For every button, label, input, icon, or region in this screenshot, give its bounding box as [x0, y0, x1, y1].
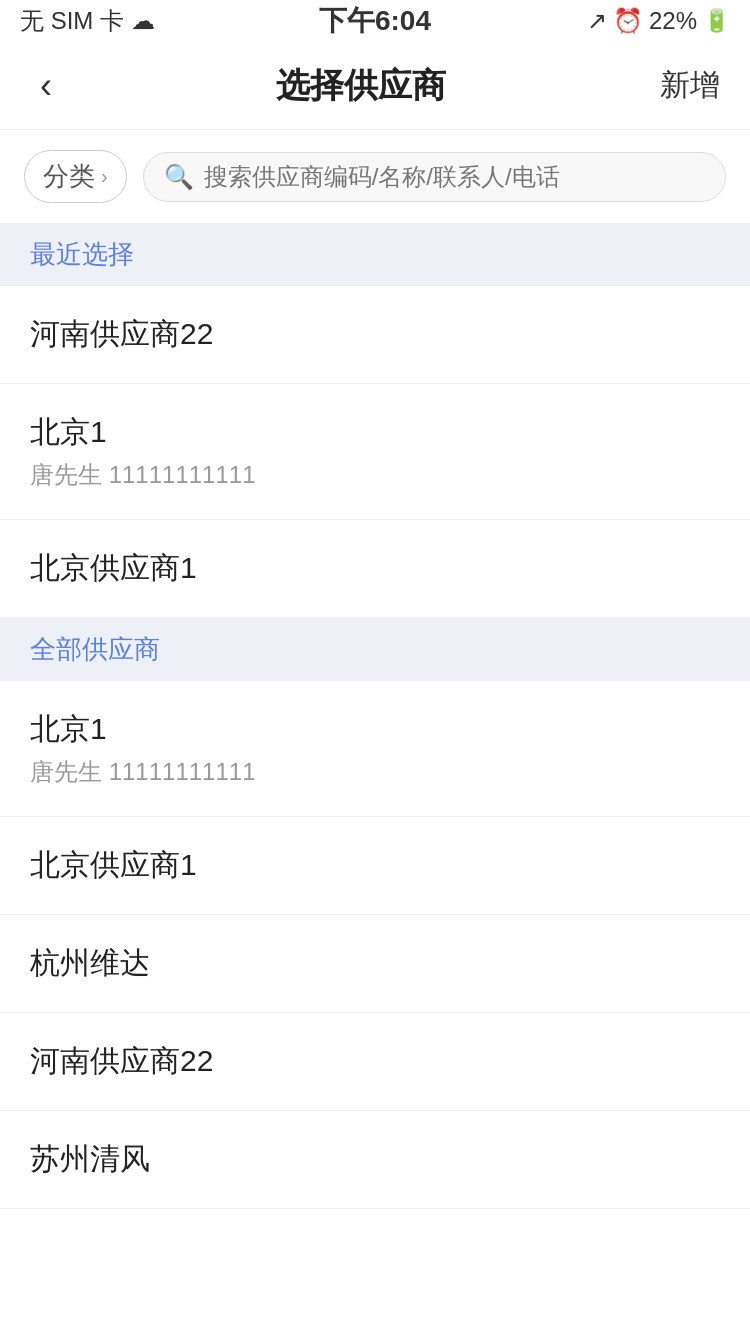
item-name: 杭州维达: [30, 943, 720, 984]
status-time: 下午6:04: [319, 2, 431, 40]
location-icon: ↗: [587, 7, 607, 35]
list-item[interactable]: 苏州清风: [0, 1111, 750, 1209]
category-button[interactable]: 分类 ›: [24, 150, 127, 203]
nav-bar: ‹ 选择供应商 新增: [0, 42, 750, 130]
sim-status: 无 SIM 卡 ☁: [20, 5, 155, 37]
item-name: 北京1: [30, 412, 720, 453]
item-name: 北京供应商1: [30, 548, 720, 589]
item-name: 河南供应商22: [30, 1041, 720, 1082]
item-name: 北京1: [30, 709, 720, 750]
alarm-icon: ⏰: [613, 7, 643, 35]
list-item[interactable]: 北京供应商1: [0, 520, 750, 618]
status-left: 无 SIM 卡 ☁: [20, 5, 155, 37]
item-sub: 唐先生 11111111111: [30, 756, 720, 788]
list-item[interactable]: 河南供应商22: [0, 1013, 750, 1111]
chevron-right-icon: ›: [101, 165, 108, 188]
add-button[interactable]: 新增: [660, 65, 720, 106]
search-icon: 🔍: [164, 163, 194, 191]
category-label: 分类: [43, 159, 95, 194]
list-item[interactable]: 河南供应商22: [0, 286, 750, 384]
section-header-recent: 最近选择: [0, 223, 750, 286]
list-item[interactable]: 北京1 唐先生 11111111111: [0, 384, 750, 520]
list-item[interactable]: 杭州维达: [0, 915, 750, 1013]
status-right: ↗ ⏰ 22% 🔋: [587, 7, 730, 35]
item-name: 苏州清风: [30, 1139, 720, 1180]
list-item[interactable]: 北京1 唐先生 11111111111: [0, 681, 750, 817]
supplier-list: 最近选择河南供应商22 北京1 唐先生 11111111111 北京供应商1 全部供应商…: [0, 223, 750, 1209]
status-bar: 无 SIM 卡 ☁ 下午6:04 ↗ ⏰ 22% 🔋: [0, 0, 750, 42]
back-button[interactable]: ‹: [30, 55, 62, 117]
filter-bar: 分类 › 🔍: [0, 130, 750, 223]
battery-icon: 🔋: [703, 8, 730, 34]
section-header-all: 全部供应商: [0, 618, 750, 681]
search-input[interactable]: [204, 163, 705, 191]
item-name: 河南供应商22: [30, 314, 720, 355]
list-item[interactable]: 北京供应商1: [0, 817, 750, 915]
search-box: 🔍: [143, 152, 726, 202]
item-name: 北京供应商1: [30, 845, 720, 886]
battery-status: 22%: [649, 7, 697, 35]
page-title: 选择供应商: [276, 63, 446, 109]
item-sub: 唐先生 11111111111: [30, 459, 720, 491]
